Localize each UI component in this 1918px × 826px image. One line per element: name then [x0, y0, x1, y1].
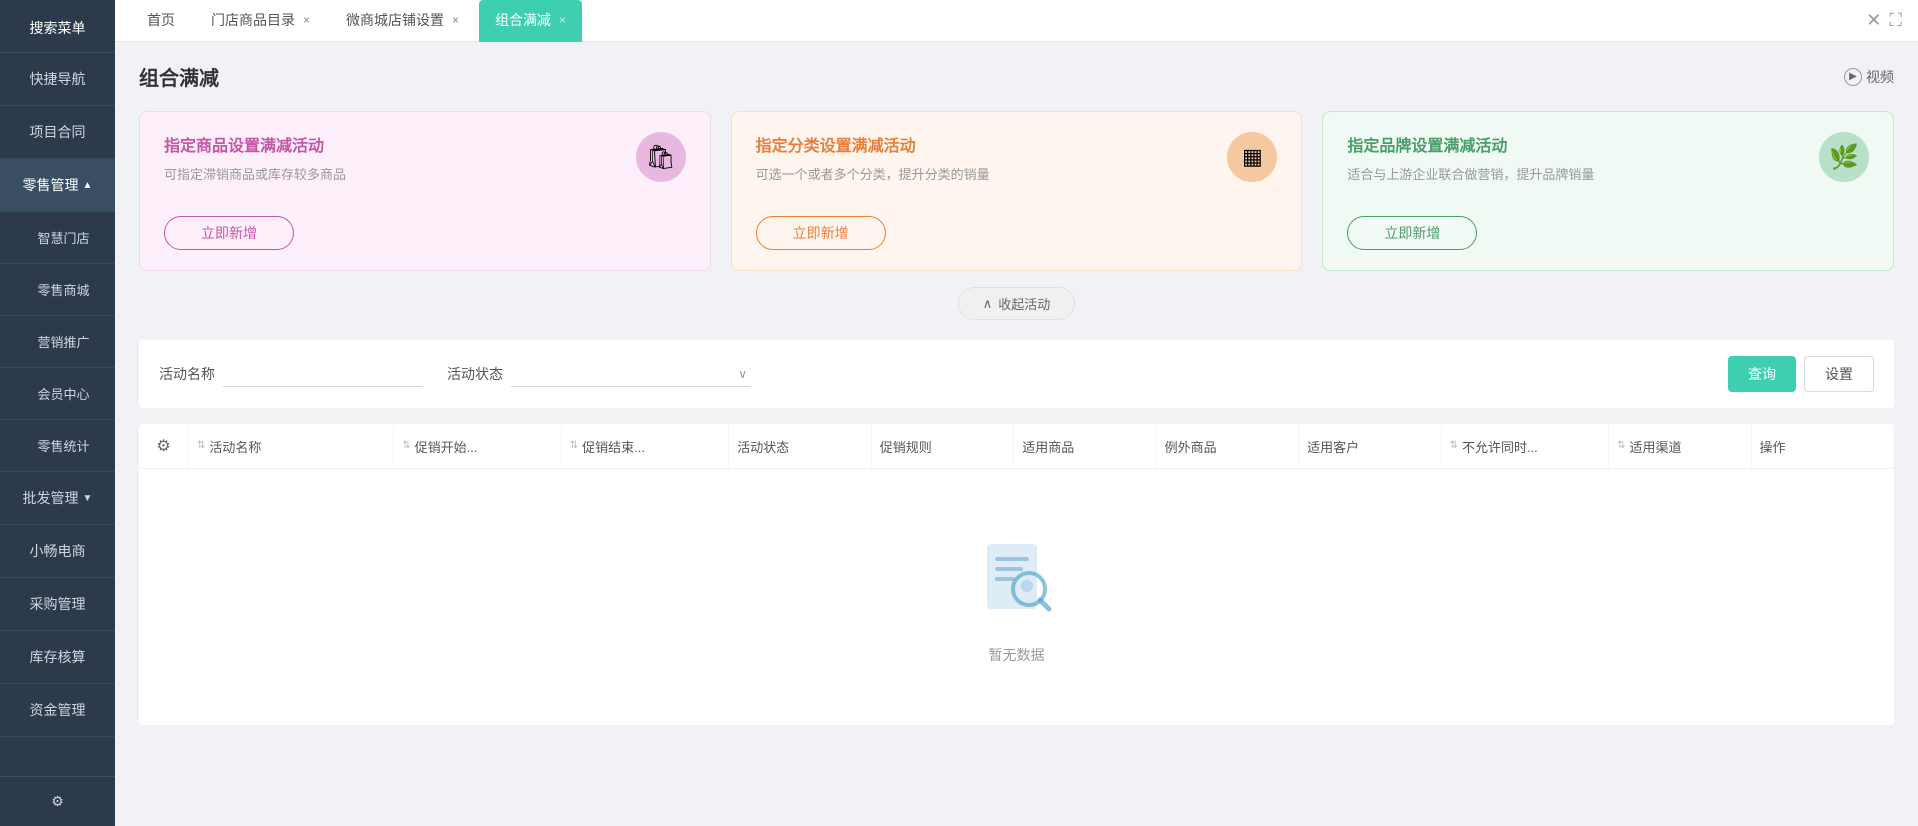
category-promo-card: ▦ 指定分类设置满减活动 可选一个或者多个分类，提升分类的销量 立即新增 — [731, 111, 1303, 271]
tab-bar: 首页 门店商品目录 × 微商城店铺设置 × 组合满减 × ✕ ⛶ — [115, 0, 1918, 42]
filter-status-select-wrapper: 进行中 未开始 已结束 ∨ — [511, 362, 751, 387]
th-notallow[interactable]: ⇅ 不允许同时... — [1442, 425, 1610, 468]
sidebar-search[interactable]: 搜索菜单 — [0, 0, 115, 53]
sidebar-item-smart-store[interactable]: 智慧门店 — [0, 212, 115, 264]
brand-promo-card: 🌿 指定品牌设置满减活动 适合与上游企业联合做营销，提升品牌销量 立即新增 — [1322, 111, 1894, 271]
brand-card-desc: 适合与上游企业联合做营销，提升品牌销量 — [1347, 164, 1869, 183]
brand-card-icon: 🌿 — [1819, 132, 1869, 182]
product-card-add-button[interactable]: 立即新增 — [164, 216, 294, 250]
expand-window-icon[interactable]: ⛶ — [1889, 10, 1902, 31]
th-exclude: 例外商品 — [1157, 425, 1299, 468]
sidebar-item-retail-mall[interactable]: 零售商城 — [0, 264, 115, 316]
product-card-desc: 可指定滞销商品或库存较多商品 — [164, 164, 686, 183]
th-rule: 促销规则 — [872, 425, 1014, 468]
th-goods: 适用商品 — [1014, 425, 1156, 468]
promo-cards-row: 🛍 指定商品设置满减活动 可指定滞销商品或库存较多商品 立即新增 ▦ 指定分类设… — [139, 111, 1894, 271]
sidebar-item-project-contract[interactable]: 项目合同 — [0, 106, 115, 159]
sort-start-icon: ⇅ — [402, 441, 410, 451]
wholesale-arrow: ▼ — [83, 493, 93, 504]
table-settings-icon: ⚙ — [156, 436, 170, 456]
sidebar-item-retail-stats[interactable]: 零售统计 — [0, 420, 115, 472]
th-customer: 适用客户 — [1299, 425, 1441, 468]
activity-status-select[interactable]: 进行中 未开始 已结束 — [511, 362, 751, 387]
sort-notallow-icon: ⇅ — [1450, 441, 1458, 451]
product-promo-card: 🛍 指定商品设置满减活动 可指定滞销商品或库存较多商品 立即新增 — [139, 111, 711, 271]
filter-name-group: 活动名称 — [159, 362, 423, 387]
filter-actions: 查询 设置 — [1728, 356, 1874, 392]
retail-mgmt-arrow: ▲ — [83, 180, 93, 191]
tab-home[interactable]: 首页 — [131, 0, 191, 42]
query-button[interactable]: 查询 — [1728, 356, 1796, 392]
product-card-title: 指定商品设置满减活动 — [164, 132, 686, 156]
filter-status-label: 活动状态 — [447, 364, 503, 384]
play-icon: ▶ — [1844, 68, 1862, 86]
sidebar-item-member-center[interactable]: 会员中心 — [0, 368, 115, 420]
tab-wechat-settings[interactable]: 微商城店铺设置 × — [330, 0, 475, 42]
activity-table: ⚙ ⇅ 活动名称 ⇅ 促销开始... ⇅ 促销结束... 活动状态 — [139, 424, 1894, 725]
tab-store-catalog[interactable]: 门店商品目录 × — [195, 0, 326, 42]
sidebar-settings-button[interactable]: ⚙ — [0, 776, 115, 826]
sidebar-item-retail-mgmt[interactable]: 零售管理 ▲ — [0, 159, 115, 212]
sort-name-icon: ⇅ — [197, 441, 205, 451]
table-header: ⚙ ⇅ 活动名称 ⇅ 促销开始... ⇅ 促销结束... 活动状态 — [139, 424, 1894, 469]
sidebar-item-wholesale-mgmt[interactable]: 批发管理 ▼ — [0, 472, 115, 525]
th-end[interactable]: ⇅ 促销结束... — [562, 425, 730, 468]
close-window-icon[interactable]: ✕ — [1866, 10, 1881, 31]
sidebar-item-fund-mgmt[interactable]: 资金管理 — [0, 684, 115, 737]
sidebar-item-inventory[interactable]: 库存核算 — [0, 631, 115, 684]
brand-card-title: 指定品牌设置满减活动 — [1347, 132, 1869, 156]
category-card-desc: 可选一个或者多个分类，提升分类的销量 — [756, 164, 1278, 183]
video-link[interactable]: ▶ 视频 — [1844, 67, 1894, 87]
empty-state-icon — [967, 529, 1067, 629]
filter-row: 活动名称 活动状态 进行中 未开始 已结束 ∨ 查询 设置 — [139, 340, 1894, 408]
gear-icon: ⚙ — [51, 793, 64, 809]
page-title: 组合满减 — [139, 62, 219, 91]
filter-name-label: 活动名称 — [159, 364, 215, 384]
sidebar-item-purchase-mgmt[interactable]: 采购管理 — [0, 578, 115, 631]
category-card-add-button[interactable]: 立即新增 — [756, 216, 886, 250]
category-card-icon: ▦ — [1227, 132, 1277, 182]
page-header: 组合满减 ▶ 视频 — [139, 62, 1894, 91]
sort-channel-icon: ⇅ — [1617, 441, 1625, 451]
sidebar: 搜索菜单 快捷导航 项目合同 零售管理 ▲ 智慧门店 零售商城 营销推广 会员中… — [0, 0, 115, 826]
tab-store-catalog-close[interactable]: × — [303, 13, 310, 27]
chevron-up-icon: ∧ — [983, 296, 993, 312]
empty-text: 暂无数据 — [989, 645, 1045, 665]
collapse-bar: ∧ 收起活动 — [139, 287, 1894, 320]
sidebar-item-marketing[interactable]: 营销推广 — [0, 316, 115, 368]
th-start[interactable]: ⇅ 促销开始... — [394, 425, 562, 468]
page-content: 组合满减 ▶ 视频 🛍 指定商品设置满减活动 可指定滞销商品或库存较多商品 立即… — [115, 42, 1918, 826]
brand-card-add-button[interactable]: 立即新增 — [1347, 216, 1477, 250]
collapse-activity-button[interactable]: ∧ 收起活动 — [958, 287, 1076, 320]
tab-bar-actions: ✕ ⛶ — [1866, 10, 1902, 31]
sidebar-item-xiaochang[interactable]: 小畅电商 — [0, 525, 115, 578]
tab-combo-discount-close[interactable]: × — [559, 13, 566, 27]
product-card-icon: 🛍 — [636, 132, 686, 182]
category-card-title: 指定分类设置满减活动 — [756, 132, 1278, 156]
filter-status-group: 活动状态 进行中 未开始 已结束 ∨ — [447, 362, 751, 387]
th-channel[interactable]: ⇅ 适用渠道 — [1609, 425, 1751, 468]
empty-state: 暂无数据 — [139, 469, 1894, 725]
settings-button[interactable]: 设置 — [1804, 356, 1874, 392]
th-action: 操作 — [1752, 425, 1894, 468]
sort-end-icon: ⇅ — [570, 441, 578, 451]
tab-combo-discount[interactable]: 组合满减 × — [479, 0, 582, 42]
th-status: 活动状态 — [729, 425, 871, 468]
tab-wechat-settings-close[interactable]: × — [452, 13, 459, 27]
th-settings[interactable]: ⚙ — [139, 424, 189, 468]
activity-name-input[interactable] — [223, 362, 423, 387]
th-name[interactable]: ⇅ 活动名称 — [189, 425, 394, 468]
sidebar-item-quick-nav[interactable]: 快捷导航 — [0, 53, 115, 106]
main-content: 首页 门店商品目录 × 微商城店铺设置 × 组合满减 × ✕ ⛶ 组合满减 ▶ … — [115, 0, 1918, 826]
